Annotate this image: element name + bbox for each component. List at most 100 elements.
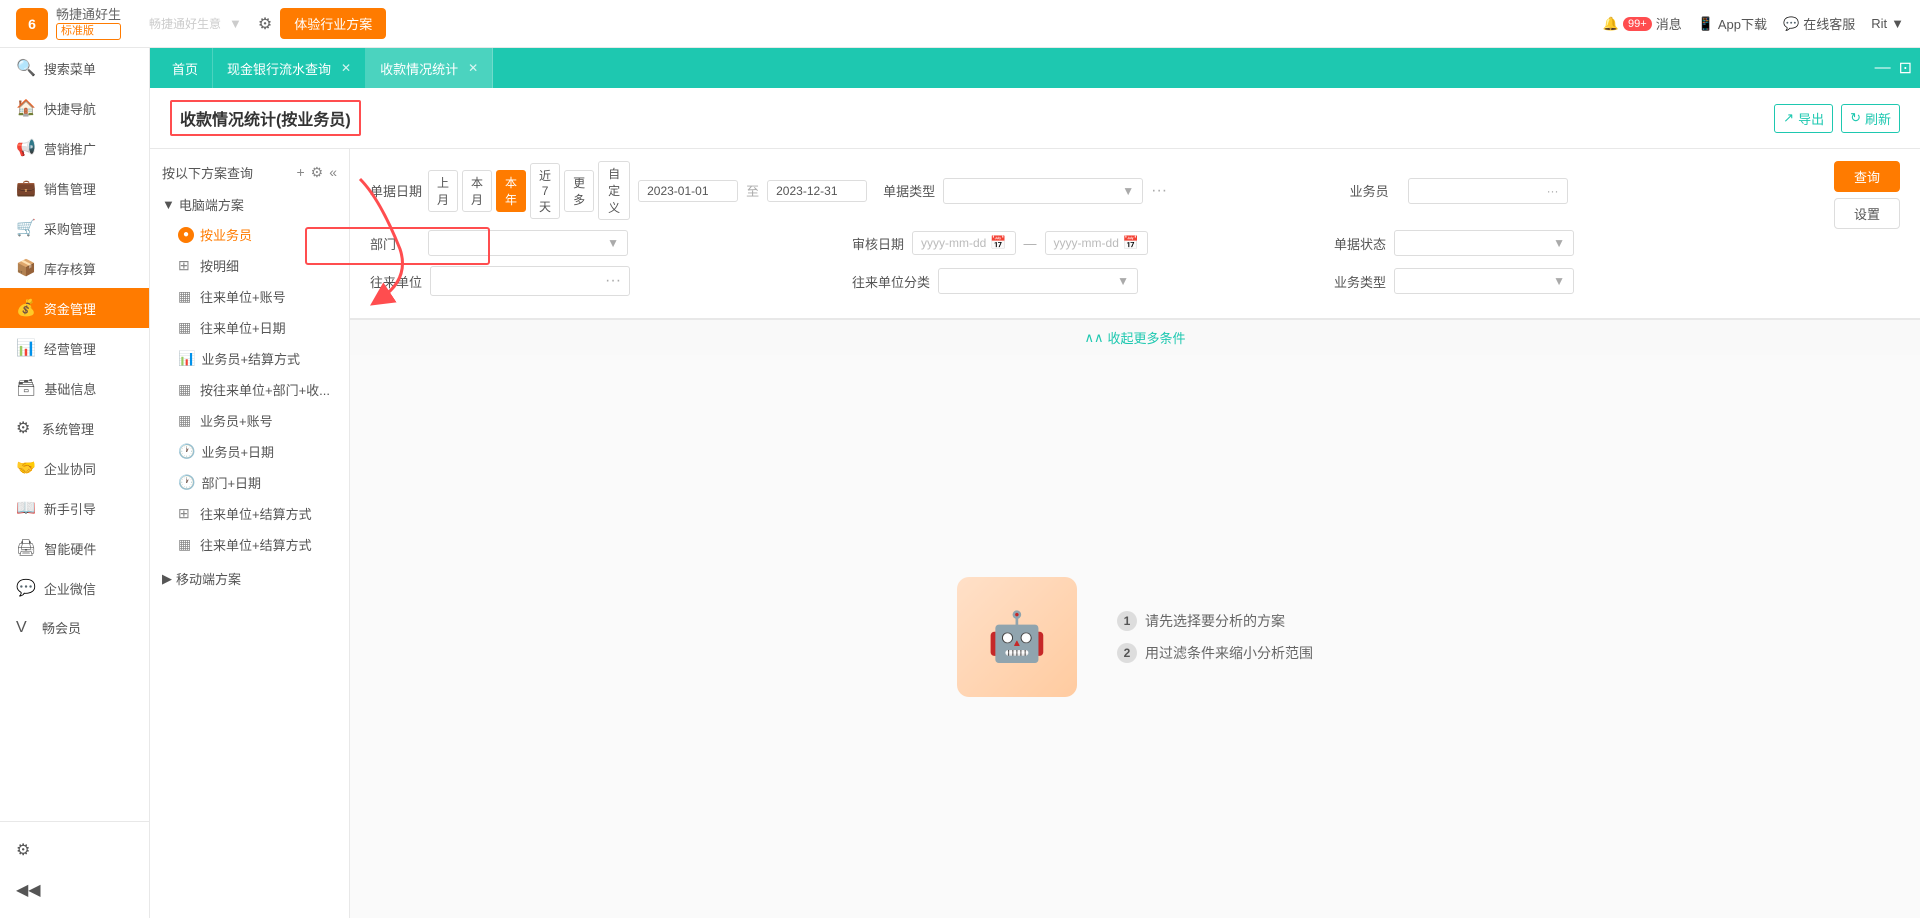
collapse-bar[interactable]: ∧∧ 收起更多条件 [350, 319, 1920, 355]
empty-state: 🤖 1 请先选择要分析的方案 2 用过滤条件来缩小分析范围 [350, 355, 1920, 918]
counterpart-select[interactable]: ··· [430, 266, 630, 296]
scheme-collapse-icon[interactable]: « [329, 164, 337, 181]
refresh-button[interactable]: ↻ 刷新 [1841, 104, 1900, 133]
tab-collection-stats-close[interactable]: ✕ [468, 61, 478, 75]
type-more-dots[interactable]: ··· [1151, 182, 1167, 200]
tab-bank-flow[interactable]: 现金银行流水查询 ✕ [213, 48, 366, 88]
scheme-settings-icon[interactable]: ⚙ [311, 164, 324, 181]
counterpart-more-btn[interactable]: ··· [605, 272, 621, 290]
sidebar-item-search[interactable]: 🔍 搜索菜单 [0, 48, 149, 88]
filter-field-biz-type: 业务类型 ▼ [1334, 268, 1800, 294]
biz-type-select[interactable]: ▼ [1394, 268, 1574, 294]
scheme-item-unit-settle2-label: 往来单位+结算方式 [200, 535, 312, 554]
empty-tips: 1 请先选择要分析的方案 2 用过滤条件来缩小分析范围 [1117, 611, 1313, 663]
bottom-settings-icon: ⚙ [16, 840, 34, 860]
tab-home[interactable]: 首页 [158, 48, 213, 88]
scheme-item-unit-dept[interactable]: ▦ 按往来单位+部门+收... [150, 374, 349, 405]
sidebar-item-inventory[interactable]: 📦 库存核算 [0, 248, 149, 288]
filter-field-dept: 部门 ▼ [370, 230, 836, 256]
tab-maximize-icon[interactable]: ⊡ [1899, 58, 1912, 78]
date-end-input[interactable]: 2023-12-31 [767, 180, 867, 202]
empty-illustration: 🤖 [957, 577, 1077, 697]
header-settings-icon[interactable]: ⚙ [258, 14, 272, 34]
review-end-placeholder: yyyy-mm-dd [1054, 236, 1119, 250]
sidebar-item-member[interactable]: V 畅会员 [0, 608, 149, 647]
doc-status-dropdown-icon: ▼ [1553, 236, 1565, 250]
tip-num-1: 1 [1117, 611, 1137, 631]
date-btn-last-month[interactable]: 上月 [428, 170, 458, 212]
scheme-item-salesman-account[interactable]: ▦ 业务员+账号 [150, 405, 349, 436]
review-start-input[interactable]: yyyy-mm-dd 📅 [912, 231, 1016, 255]
date-btn-7days[interactable]: 近7天 [530, 163, 560, 219]
logo-text: 畅捷通好生 [56, 7, 121, 23]
scheme-item-by-detail[interactable]: ⊞ 按明细 [150, 250, 349, 281]
doc-status-select[interactable]: ▼ [1394, 230, 1574, 256]
online-service-btn[interactable]: 💬 在线客服 [1783, 14, 1855, 33]
sidebar-item-purchase[interactable]: 🛒 采购管理 [0, 208, 149, 248]
counterpart-category-select[interactable]: ▼ [938, 268, 1138, 294]
tab-collection-stats[interactable]: 收款情况统计 ✕ [366, 48, 493, 88]
notification-btn[interactable]: 🔔 99+ 消息 [1603, 14, 1682, 33]
sidebar-item-finance[interactable]: 💰 资金管理 [0, 288, 149, 328]
scheme-group-desktop-title[interactable]: ▼ 电脑端方案 [150, 190, 349, 219]
date-start-value: 2023-01-01 [647, 184, 708, 198]
date-btn-this-year[interactable]: 本年 [496, 170, 526, 212]
sidebar-item-marketing[interactable]: 📢 营销推广 [0, 128, 149, 168]
tab-minimize-icon[interactable]: — [1875, 59, 1891, 77]
scheme-add-icon[interactable]: + [296, 164, 304, 181]
tab-bank-flow-close[interactable]: ✕ [341, 61, 351, 75]
filter-rows: 单据日期 上月 本月 本年 近7天 更多 自定义 2023-01-01 [350, 149, 1920, 319]
doc-status-label: 单据状态 [1334, 234, 1386, 253]
sidebar-item-bottom-settings[interactable]: ⚙ [0, 830, 149, 870]
date-btn-this-month[interactable]: 本月 [462, 170, 492, 212]
scheme-item-salesman-label: 按业务员 [200, 225, 252, 244]
empty-tip-2: 2 用过滤条件来缩小分析范围 [1117, 643, 1313, 663]
dept-select[interactable]: ▼ [428, 230, 628, 256]
user-name: Rit [1871, 16, 1887, 31]
scheme-item-unit-dept-label: 按往来单位+部门+收... [200, 380, 330, 399]
sidebar-item-hardware[interactable]: 🖨 智能硬件 [0, 528, 149, 568]
sidebar-bottom: ⚙ ◀◀ [0, 821, 149, 918]
scheme-filter-area: 按以下方案查询 + ⚙ « ▼ 电脑端方案 ● 按业务员 [150, 149, 1920, 918]
page-title: 收款情况统计(按业务员) [170, 100, 361, 136]
trial-button[interactable]: 体验行业方案 [280, 8, 386, 39]
scheme-item-salesman-date[interactable]: 🕐 业务员+日期 [150, 436, 349, 467]
sidebar-item-quicknav[interactable]: 🏠 快捷导航 [0, 88, 149, 128]
tab-bar-actions: — ⊡ [1875, 58, 1912, 78]
date-end-value: 2023-12-31 [776, 184, 837, 198]
sidebar-item-system[interactable]: ⚙ 系统管理 [0, 408, 149, 448]
date-btn-custom[interactable]: 自定义 [598, 161, 630, 220]
scheme-item-by-salesman[interactable]: ● 按业务员 [150, 219, 349, 250]
scheme-group-mobile-title[interactable]: ▶ 移动端方案 [150, 564, 349, 593]
bell-icon: 🔔 [1603, 16, 1619, 32]
chevron-down-icon: ▼ [162, 197, 175, 212]
sidebar-item-wechat[interactable]: 💬 企业微信 [0, 568, 149, 608]
salesman-select[interactable]: ··· [1408, 178, 1568, 204]
date-btn-more[interactable]: 更多 [564, 170, 594, 212]
sidebar-item-operations[interactable]: 📊 经营管理 [0, 328, 149, 368]
settings-button[interactable]: 设置 [1834, 198, 1900, 229]
counterpart-category-dropdown: ▼ [1117, 274, 1129, 288]
query-button[interactable]: 查询 [1834, 161, 1900, 192]
date-start-input[interactable]: 2023-01-01 [638, 180, 738, 202]
scheme-item-salesman-date-label: 业务员+日期 [201, 442, 274, 461]
app-download-btn[interactable]: 📱 App下载 [1698, 14, 1767, 33]
type-select[interactable]: ▼ [943, 178, 1143, 204]
sidebar-item-bottom-collapse[interactable]: ◀◀ [0, 870, 149, 910]
scheme-item-unit-date[interactable]: ▦ 往来单位+日期 [150, 312, 349, 343]
scheme-item-dept-date[interactable]: 🕐 部门+日期 [150, 467, 349, 498]
scheme-item-salesman-settle[interactable]: 📊 业务员+结算方式 [150, 343, 349, 374]
user-avatar[interactable]: Rit ▼ [1871, 16, 1904, 31]
review-end-input[interactable]: yyyy-mm-dd 📅 [1045, 231, 1149, 255]
tip-text-1: 请先选择要分析的方案 [1145, 611, 1285, 631]
sidebar-label-marketing: 营销推广 [44, 139, 96, 158]
scheme-item-unit-account[interactable]: ▦ 往来单位+账号 [150, 281, 349, 312]
filter-field-type: 单据类型 ▼ ··· [883, 178, 1333, 204]
sidebar-item-sales[interactable]: 💼 销售管理 [0, 168, 149, 208]
scheme-item-unit-settle1[interactable]: ⊞ 往来单位+结算方式 [150, 498, 349, 529]
sidebar-item-basic[interactable]: 🗃 基础信息 [0, 368, 149, 408]
sidebar-item-enterprise[interactable]: 🤝 企业协同 [0, 448, 149, 488]
scheme-item-unit-settle2[interactable]: ▦ 往来单位+结算方式 [150, 529, 349, 560]
export-button[interactable]: ↗ 导出 [1774, 104, 1833, 133]
sidebar-item-guide[interactable]: 📖 新手引导 [0, 488, 149, 528]
